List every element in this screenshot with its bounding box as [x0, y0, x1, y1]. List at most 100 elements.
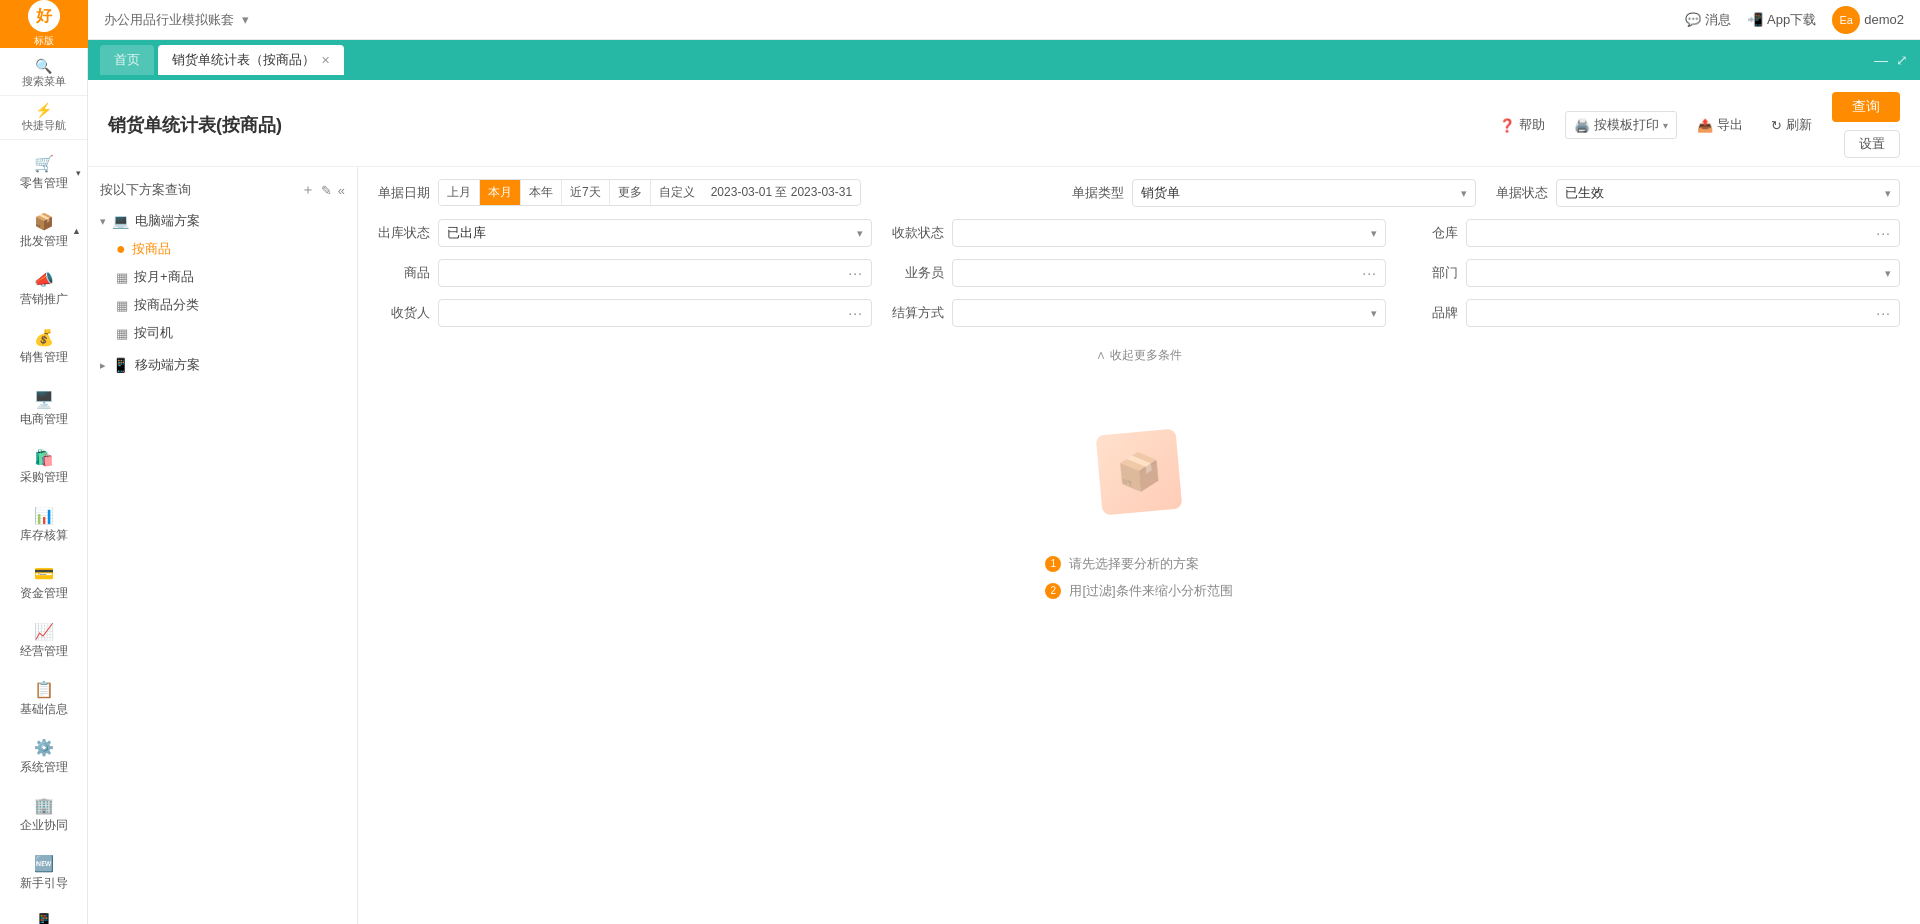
- salesperson-dots-icon[interactable]: ···: [1362, 265, 1377, 281]
- sidebar-item-marketing[interactable]: 📣 营销推广: [0, 260, 87, 318]
- sales-label: 销售管理: [20, 349, 68, 366]
- export-btn[interactable]: 📤 导出: [1689, 112, 1751, 138]
- sidebar-item-guide[interactable]: 🆕 新手引导: [0, 844, 87, 902]
- sidebar-item-sales[interactable]: 💰 销售管理: [0, 318, 87, 376]
- tab-minimize-icon[interactable]: —: [1874, 52, 1888, 68]
- scheme-item-by-product[interactable]: ● 按商品: [88, 235, 357, 263]
- tab-maximize-icon[interactable]: ⤢: [1896, 52, 1908, 68]
- refresh-btn[interactable]: ↻ 刷新: [1763, 112, 1820, 138]
- sidebar-item-enterprise[interactable]: 🏢 企业协同: [0, 786, 87, 844]
- finance-icon: 💳: [34, 564, 54, 583]
- template-print-label: 按模板打印: [1594, 116, 1659, 134]
- brand-select[interactable]: ···: [1466, 299, 1900, 327]
- scheme-group-mobile-header[interactable]: 📱 移动端方案: [88, 351, 357, 379]
- sidebar-search[interactable]: 🔍 搜索菜单: [0, 48, 87, 96]
- avatar-text: Ea: [1840, 14, 1853, 26]
- hint-number-1: 1: [1045, 556, 1061, 572]
- receiver-select[interactable]: ···: [438, 299, 872, 327]
- doc-type-value: 销货单: [1141, 184, 1180, 202]
- sales-icon: 💰: [34, 328, 54, 347]
- inventory-icon: 📊: [34, 506, 54, 525]
- scheme-panel-header: 按以下方案查询 ＋ ✎ «: [88, 177, 357, 207]
- sidebar-item-purchase[interactable]: 🛍️ 采购管理: [0, 438, 87, 496]
- help-btn[interactable]: ❓ 帮助: [1491, 112, 1553, 138]
- mobile-group-toggle-icon: [100, 359, 106, 372]
- out-status-select[interactable]: 已出库: [438, 219, 872, 247]
- tab-sales-stats[interactable]: 销货单统计表（按商品） ✕: [158, 45, 344, 75]
- date-btn-custom[interactable]: 自定义: [651, 180, 703, 205]
- query-button[interactable]: 查询: [1832, 92, 1900, 122]
- apps-icon: 📱: [34, 912, 54, 924]
- product-label: 商品: [378, 264, 430, 282]
- sidebar-item-inventory[interactable]: 📊 库存核算: [0, 496, 87, 554]
- sidebar-item-apps[interactable]: 📱 应用中心: [0, 902, 87, 924]
- sales-stats-tab-label: 销货单统计表（按商品）: [172, 51, 315, 69]
- filter-row-3: 商品 ··· 业务员 ··· 部门: [378, 259, 1900, 287]
- payment-select[interactable]: [952, 299, 1386, 327]
- product-dots-icon[interactable]: ···: [848, 265, 863, 281]
- collect-status-label: 收款状态: [892, 224, 944, 242]
- collapse-bar[interactable]: ∧ 收起更多条件: [378, 339, 1900, 372]
- date-label: 单据日期: [378, 184, 430, 202]
- desktop-group-label: 电脑端方案: [135, 212, 200, 230]
- scheme-add-btn[interactable]: ＋: [301, 181, 315, 199]
- empty-text: 1 请先选择要分析的方案 2 用[过滤]条件来缩小分析范围: [1045, 552, 1232, 607]
- tab-home[interactable]: 首页: [100, 45, 154, 75]
- empty-icon: 📦: [1089, 432, 1189, 532]
- out-status-value: 已出库: [447, 224, 486, 242]
- settings-button[interactable]: 设置: [1844, 130, 1900, 158]
- product-select[interactable]: ···: [438, 259, 872, 287]
- date-btn-last-month[interactable]: 上月: [439, 180, 480, 205]
- finance-label: 资金管理: [20, 585, 68, 602]
- sidebar-item-ecommerce[interactable]: 🖥️ 电商管理: [0, 380, 87, 438]
- logo[interactable]: 好 标版: [0, 0, 88, 48]
- collect-status-select[interactable]: [952, 219, 1386, 247]
- template-print-btn[interactable]: 🖨️ 按模板打印 ▾: [1565, 111, 1677, 139]
- brand-dots-icon[interactable]: ···: [1876, 305, 1891, 321]
- warehouse-dots-icon[interactable]: ···: [1876, 225, 1891, 241]
- salesperson-select[interactable]: ···: [952, 259, 1386, 287]
- collapse-label: ∧ 收起更多条件: [1096, 348, 1181, 362]
- help-icon: ❓: [1499, 118, 1515, 133]
- filter-dept: 部门: [1406, 259, 1900, 287]
- sidebar-item-wholesale[interactable]: 📦 批发管理 ▲: [0, 202, 87, 260]
- date-selector: 上月 本月 本年 近7天 更多 自定义 2023-03-01 至 2023-03…: [438, 179, 861, 206]
- doc-type-select[interactable]: 销货单: [1132, 179, 1476, 207]
- receiver-dots-icon[interactable]: ···: [848, 305, 863, 321]
- sidebar-item-system[interactable]: ⚙️ 系统管理: [0, 728, 87, 786]
- dept-select[interactable]: [1466, 259, 1900, 287]
- tab-close-icon[interactable]: ✕: [321, 54, 330, 67]
- sidebar-item-operations[interactable]: 📈 经营管理: [0, 612, 87, 670]
- scheme-item-by-category[interactable]: ▦ 按商品分类: [88, 291, 357, 319]
- export-label: 导出: [1717, 116, 1743, 134]
- scheme-item-by-cashier[interactable]: ▦ 按司机: [88, 319, 357, 347]
- warehouse-label: 仓库: [1406, 224, 1458, 242]
- scheme-edit-btn[interactable]: ✎: [321, 183, 332, 198]
- app-download-btn[interactable]: 📲 App下载: [1747, 11, 1816, 29]
- industry-dropdown-icon[interactable]: ▾: [242, 12, 249, 27]
- date-btn-more[interactable]: 更多: [610, 180, 651, 205]
- desktop-group-icon: 💻: [112, 213, 129, 229]
- date-btn-this-year[interactable]: 本年: [521, 180, 562, 205]
- basic-label: 基础信息: [20, 701, 68, 718]
- date-btn-this-month[interactable]: 本月: [480, 180, 521, 205]
- filter-product: 商品 ···: [378, 259, 872, 287]
- filter-salesperson: 业务员 ···: [892, 259, 1386, 287]
- date-btn-7days[interactable]: 近7天: [562, 180, 610, 205]
- retail-expand-icon: [76, 168, 81, 178]
- sidebar-item-retail[interactable]: 🛒 零售管理: [0, 144, 87, 202]
- by-category-icon: ▦: [116, 298, 128, 313]
- out-status-label: 出库状态: [378, 224, 430, 242]
- hint-text-1: 请先选择要分析的方案: [1069, 552, 1199, 575]
- sidebar-item-finance[interactable]: 💳 资金管理: [0, 554, 87, 612]
- user-menu[interactable]: Ea demo2: [1832, 6, 1904, 34]
- message-btn[interactable]: 💬 消息: [1685, 11, 1731, 29]
- quick-nav[interactable]: ⚡ 快捷导航: [0, 96, 87, 140]
- sidebar-item-basic[interactable]: 📋 基础信息: [0, 670, 87, 728]
- help-label: 帮助: [1519, 116, 1545, 134]
- scheme-collapse-btn[interactable]: «: [338, 183, 345, 198]
- doc-status-select[interactable]: 已生效: [1556, 179, 1900, 207]
- scheme-item-by-month-product[interactable]: ▦ 按月+商品: [88, 263, 357, 291]
- warehouse-select[interactable]: ···: [1466, 219, 1900, 247]
- scheme-group-desktop-header[interactable]: 💻 电脑端方案: [88, 207, 357, 235]
